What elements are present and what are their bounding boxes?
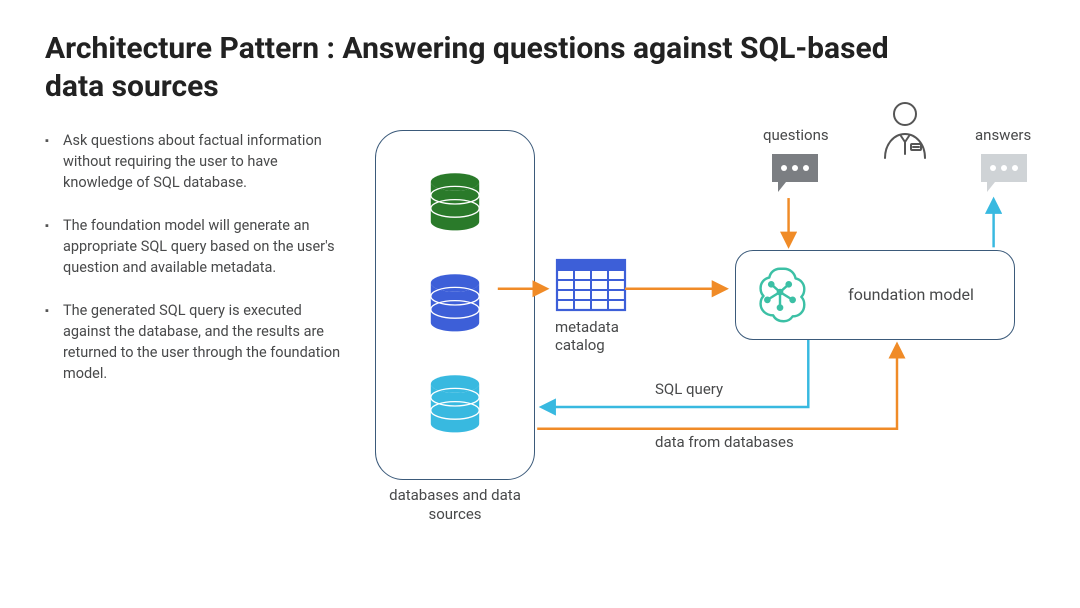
questions-label: questions [763,126,829,144]
db-container-label: databases and data sources [375,486,535,524]
database-icon [422,272,488,338]
database-icon [422,373,488,439]
architecture-diagram: databases and data sources metadata cata… [345,130,1035,550]
bullet-item: Ask questions about factual information … [45,130,345,193]
sql-query-label: SQL query [655,380,723,398]
bullet-item: The generated SQL query is executed agai… [45,300,345,384]
brain-chip-icon [746,261,814,329]
bullet-item: The foundation model will generate an ap… [45,215,345,278]
content-row: Ask questions about factual information … [0,105,1080,550]
bullet-list: Ask questions about factual information … [45,130,345,550]
speech-bubble-icon [979,152,1029,194]
data-from-db-label: data from databases [655,433,794,451]
answers-label: answers [975,126,1031,144]
user-icon [875,100,935,170]
page-title: Architecture Pattern : Answering questio… [0,0,980,105]
foundation-model-label: foundation model [824,285,998,305]
database-icon [422,171,488,237]
metadata-catalog-icon [555,258,627,313]
foundation-model-box: foundation model [735,250,1015,340]
db-container [375,130,535,480]
metadata-catalog-label: metadata catalog [555,318,645,354]
speech-bubble-icon [770,152,820,194]
